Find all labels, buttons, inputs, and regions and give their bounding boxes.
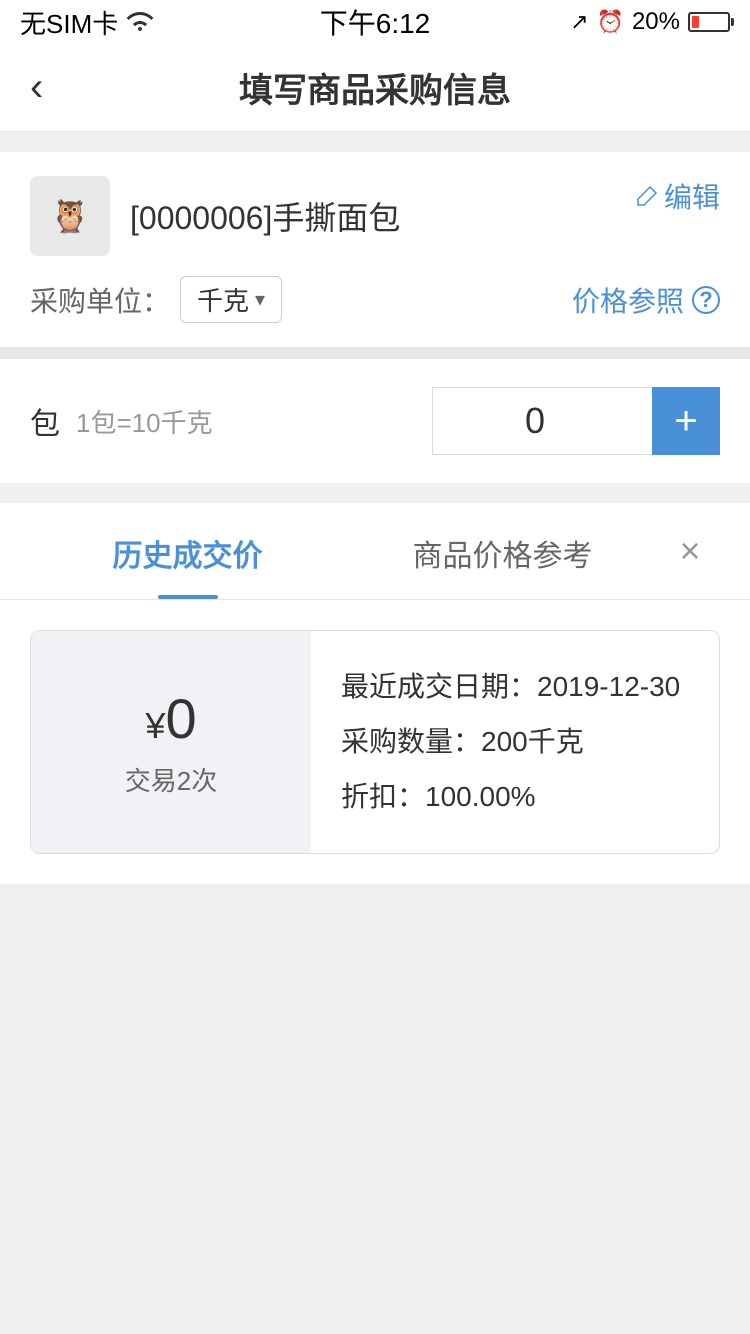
history-content: ¥0 交易2次 最近成交日期：2019-12-30 采购数量：200千克 折扣：… (0, 600, 750, 884)
battery-percent: 20% (632, 8, 680, 36)
quantity-controls: + (432, 387, 720, 455)
quantity-label-group: 包 1包=10千克 (30, 399, 213, 443)
purchase-qty-row: 采购数量：200千克 (341, 722, 689, 761)
section-divider (0, 347, 750, 359)
product-thumbnail: 🦉 (30, 176, 110, 256)
price-reference-button[interactable]: 价格参照 ? (572, 280, 720, 320)
discount-value: 100.00% (425, 781, 536, 812)
status-bar: 无SIM卡 下午6:12 ↗ ⏰ 20% (0, 0, 750, 44)
quantity-unit: 包 (30, 399, 60, 443)
status-right: ↗ ⏰ 20% (570, 8, 730, 36)
trade-count: 交易2次 (125, 761, 217, 798)
wifi-icon (126, 7, 154, 38)
card-price-section: ¥0 交易2次 (31, 631, 311, 853)
quantity-input[interactable] (432, 387, 652, 455)
edit-label: 编辑 (664, 176, 720, 216)
help-icon: ? (692, 286, 720, 314)
alarm-icon: ⏰ (597, 9, 624, 35)
purchase-qty-label: 采购数量： (341, 726, 481, 757)
owl-icon: 🦉 (50, 197, 90, 235)
purchase-qty-value: 200千克 (481, 726, 584, 757)
battery-icon (688, 12, 730, 32)
product-name: [0000006]手撕面包 (130, 193, 400, 239)
tabs-header: 历史成交价 商品价格参考 × (0, 503, 750, 600)
product-unit-row: 采购单位： 千克 ▾ 价格参照 ? (30, 276, 720, 323)
edit-button[interactable]: 编辑 (636, 176, 720, 216)
product-info: 🦉 [0000006]手撕面包 (30, 176, 400, 256)
tabs-close-button[interactable]: × (660, 521, 720, 581)
unit-dropdown[interactable]: 千克 ▾ (180, 276, 282, 323)
product-header: 🦉 [0000006]手撕面包 编辑 (30, 176, 720, 256)
history-card: ¥0 交易2次 最近成交日期：2019-12-30 采购数量：200千克 折扣：… (30, 630, 720, 854)
unit-selector: 采购单位： 千克 ▾ (30, 276, 282, 323)
dropdown-arrow: ▾ (255, 287, 265, 312)
page-title: 填写商品采购信息 (239, 63, 511, 112)
carrier-text: 无SIM卡 (20, 4, 118, 41)
card-details-section: 最近成交日期：2019-12-30 采购数量：200千克 折扣：100.00% (311, 631, 719, 853)
card-price-value: ¥0 (145, 686, 196, 751)
status-left: 无SIM卡 (20, 4, 154, 41)
tabs-section: 历史成交价 商品价格参考 × ¥0 交易2次 最近成交日期：2019-12-30… (0, 503, 750, 884)
discount-row: 折扣：100.00% (341, 777, 689, 816)
currency-symbol: ¥ (145, 705, 165, 746)
unit-label: 采购单位： (30, 280, 170, 320)
recent-date-label: 最近成交日期： (341, 671, 537, 702)
nav-bar: ‹ 填写商品采购信息 (0, 44, 750, 132)
quantity-hint: 1包=10千克 (76, 403, 213, 440)
product-section: 🦉 [0000006]手撕面包 编辑 采购单位： 千克 ▾ 价格参照 ? (0, 152, 750, 347)
location-icon: ↗ (570, 9, 588, 35)
back-button[interactable]: ‹ (30, 65, 63, 110)
tab-history-price[interactable]: 历史成交价 (30, 503, 345, 599)
price-ref-label: 价格参照 (572, 280, 684, 320)
recent-date-row: 最近成交日期：2019-12-30 (341, 667, 689, 706)
status-time: 下午6:12 (320, 2, 431, 42)
quantity-plus-button[interactable]: + (652, 387, 720, 455)
unit-value: 千克 (197, 281, 249, 318)
recent-date-value: 2019-12-30 (537, 671, 680, 702)
edit-icon (636, 185, 658, 207)
discount-label: 折扣： (341, 781, 425, 812)
quantity-row: 包 1包=10千克 + (0, 359, 750, 483)
tab-product-price-ref[interactable]: 商品价格参考 (345, 503, 660, 599)
